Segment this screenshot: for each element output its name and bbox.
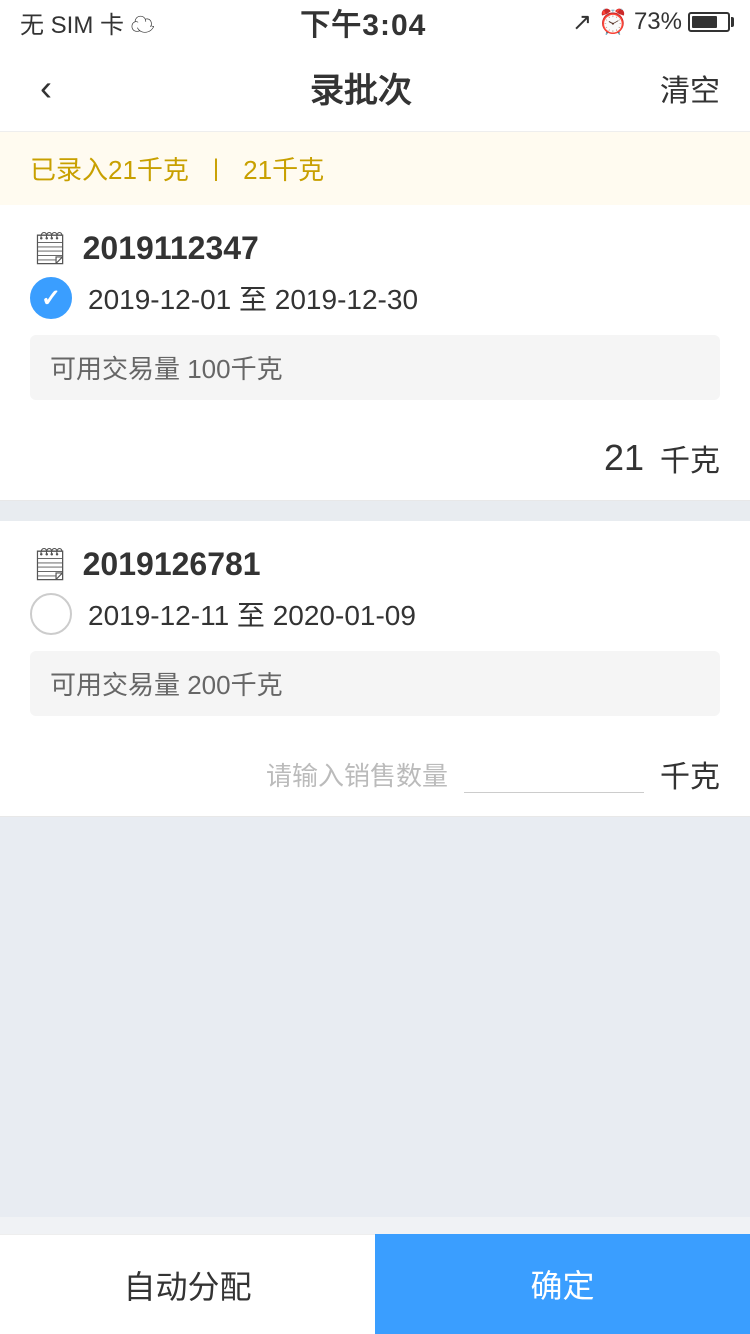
batch-2-item[interactable]: 🗒 2019126781 2019-12-11 至 2020-01-09 可用交… bbox=[0, 521, 750, 716]
section-separator bbox=[0, 501, 750, 521]
batch-1-item[interactable]: 🗒 2019112347 2019-12-01 至 2019-12-30 可用交… bbox=[0, 205, 750, 400]
batch-2-available: 可用交易量 200千克 bbox=[30, 651, 720, 716]
batch-2-date: 2019-12-11 至 2020-01-09 bbox=[88, 594, 416, 634]
bottom-area bbox=[0, 817, 750, 1217]
batch-2-section: 🗒 2019126781 2019-12-11 至 2020-01-09 可用交… bbox=[0, 521, 750, 817]
batch-1-header: 🗒 2019112347 bbox=[30, 229, 720, 267]
nav-bar: ‹ 录批次 清空 bbox=[0, 44, 750, 132]
confirm-button[interactable]: 确定 bbox=[375, 1234, 750, 1334]
batch-1-radio[interactable] bbox=[30, 277, 72, 319]
batch-2-date-row: 2019-12-11 至 2020-01-09 bbox=[30, 593, 720, 635]
batch-1-available: 可用交易量 100千克 bbox=[30, 335, 720, 400]
batch-1-input-row: 21 千克 bbox=[0, 420, 750, 501]
batch-1-unit: 千克 bbox=[660, 436, 720, 480]
batch-1-quantity: 21 bbox=[604, 437, 644, 479]
info-divider: | bbox=[213, 155, 219, 183]
battery-percent: 73% bbox=[634, 8, 682, 36]
batch-1-icon: 🗒 bbox=[30, 229, 71, 267]
page-title: 录批次 bbox=[310, 63, 412, 112]
no-sim-text: 无 SIM 卡 ☁ bbox=[20, 5, 155, 40]
batch-1-id: 2019112347 bbox=[83, 230, 259, 267]
status-left: 无 SIM 卡 ☁ bbox=[20, 5, 155, 40]
status-bar: 无 SIM 卡 ☁ 下午3:04 ↗ ⏰ 73% bbox=[0, 0, 750, 44]
batch-1-section: 🗒 2019112347 2019-12-01 至 2019-12-30 可用交… bbox=[0, 205, 750, 501]
batch-1-date-row: 2019-12-01 至 2019-12-30 bbox=[30, 277, 720, 319]
clear-button[interactable]: 清空 bbox=[660, 66, 720, 110]
batch-2-quantity-input[interactable] bbox=[464, 755, 644, 793]
batch-2-icon: 🗒 bbox=[30, 545, 71, 583]
batch-2-input-row: 请输入销售数量 千克 bbox=[0, 736, 750, 817]
status-time: 下午3:04 bbox=[300, 0, 426, 44]
clock-icon: ⏰ bbox=[598, 8, 628, 37]
batch-2-header: 🗒 2019126781 bbox=[30, 545, 720, 583]
auto-distribute-button[interactable]: 自动分配 bbox=[0, 1234, 375, 1334]
batch-2-radio[interactable] bbox=[30, 593, 72, 635]
info-bar: 已录入21千克 | 21千克 bbox=[0, 132, 750, 205]
status-right: ↗ ⏰ 73% bbox=[572, 8, 730, 37]
batch-2-placeholder: 请输入销售数量 bbox=[266, 756, 448, 793]
battery-icon bbox=[688, 12, 730, 32]
location-icon: ↗ bbox=[572, 8, 592, 37]
footer: 自动分配 确定 bbox=[0, 1234, 750, 1334]
batch-2-unit: 千克 bbox=[660, 752, 720, 796]
recorded-label: 已录入21千克 bbox=[30, 150, 189, 187]
info-value: 21千克 bbox=[243, 150, 324, 187]
batch-1-date: 2019-12-01 至 2019-12-30 bbox=[88, 278, 418, 318]
back-button[interactable]: ‹ bbox=[30, 57, 62, 119]
batch-2-id: 2019126781 bbox=[83, 546, 261, 583]
